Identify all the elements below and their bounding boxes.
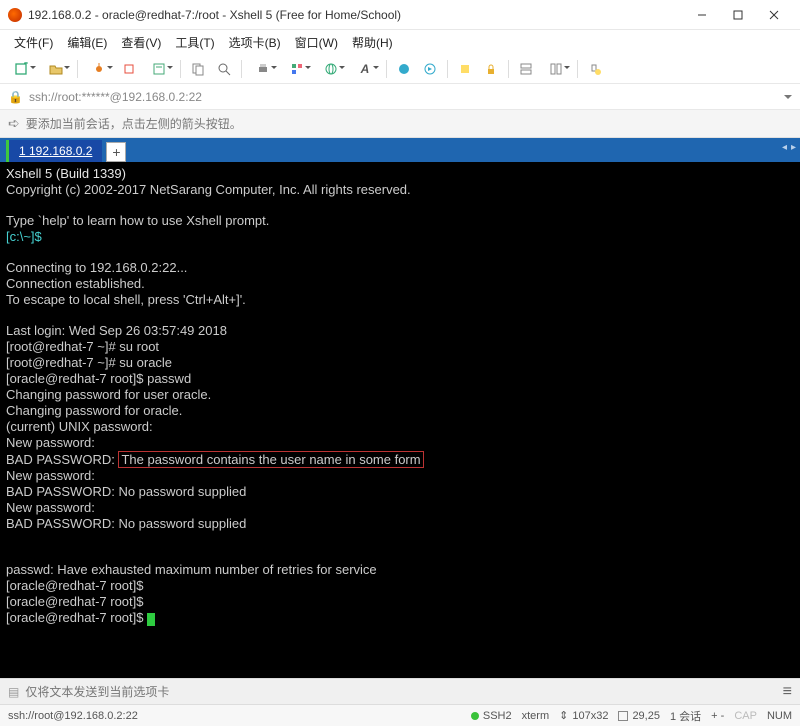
term-prompt: [c:\~]$ <box>6 229 42 244</box>
toolbar-separator <box>386 60 387 78</box>
menu-tabs[interactable]: 选项卡(B) <box>223 32 287 53</box>
toolbar-separator <box>77 60 78 78</box>
status-protocol: SSH2 <box>471 710 512 722</box>
tab-bar: 1 192.168.0.2 + ◂ ▸ <box>0 138 800 162</box>
tab-next-icon[interactable]: ▸ <box>791 142 796 153</box>
window-title: 192.168.0.2 - oracle@redhat-7:/root - Xs… <box>28 8 684 22</box>
hint-bar: ➪ 要添加当前会话，点击左侧的箭头按钮。 <box>0 110 800 138</box>
status-term: xterm <box>522 710 550 722</box>
term-line: New password: <box>6 468 95 483</box>
terminal[interactable]: Xshell 5 (Build 1339) Copyright (c) 2002… <box>0 162 800 678</box>
term-highlight: The password contains the user name in s… <box>118 451 423 468</box>
tile-h-button[interactable] <box>514 57 538 81</box>
toolbar-separator <box>180 60 181 78</box>
term-line: BAD PASSWORD: No password supplied <box>6 484 246 499</box>
open-button[interactable] <box>40 57 72 81</box>
status-sessions: 1 会话 <box>670 708 701 724</box>
term-line: BAD PASSWORD: No password supplied <box>6 516 246 531</box>
new-tab-button[interactable]: + <box>106 142 126 162</box>
menu-edit[interactable]: 编辑(E) <box>61 32 113 53</box>
term-line: Connecting to 192.168.0.2:22... <box>6 260 187 275</box>
close-button[interactable] <box>756 1 792 29</box>
term-line: (current) UNIX password: <box>6 419 153 434</box>
new-session-button[interactable] <box>6 57 38 81</box>
status-connection: ssh://root@192.168.0.2:22 <box>8 710 138 722</box>
print-button[interactable] <box>247 57 279 81</box>
term-line: Changing password for oracle. <box>6 403 182 418</box>
address-dropdown-icon[interactable] <box>784 95 792 99</box>
menu-view[interactable]: 查看(V) <box>115 32 167 53</box>
status-pos: 29,25 <box>618 710 660 722</box>
term-line: Last login: Wed Sep 26 03:57:49 2018 <box>6 323 227 338</box>
status-size: ⇕107x32 <box>559 709 608 722</box>
address-url: ssh://root:******@192.168.0.2:22 <box>29 90 202 104</box>
window-titlebar: 192.168.0.2 - oracle@redhat-7:/root - Xs… <box>0 0 800 30</box>
term-line: New password: <box>6 500 95 515</box>
menubar: 文件(F) 编辑(E) 查看(V) 工具(T) 选项卡(B) 窗口(W) 帮助(… <box>0 30 800 54</box>
status-cap: CAP <box>734 710 757 722</box>
term-line: Type `help' to learn how to use Xshell p… <box>6 213 269 228</box>
toolbar-separator <box>508 60 509 78</box>
copy-button[interactable] <box>186 57 210 81</box>
tab-prev-icon[interactable]: ◂ <box>782 142 787 153</box>
term-line: [oracle@redhat-7 root]$ <box>6 578 144 593</box>
status-num: NUM <box>767 710 792 722</box>
term-line: New password: <box>6 435 95 450</box>
app-icon <box>8 8 22 22</box>
globe-button[interactable] <box>315 57 347 81</box>
highlight-button[interactable] <box>453 57 477 81</box>
toolbar-separator <box>577 60 578 78</box>
help-button[interactable] <box>583 57 607 81</box>
xftp-button[interactable] <box>392 57 416 81</box>
maximize-button[interactable] <box>720 1 756 29</box>
script-button[interactable] <box>418 57 442 81</box>
tab-label: 1 192.168.0.2 <box>19 144 92 158</box>
status-dot-icon <box>471 712 479 720</box>
term-line: Connection established. <box>6 276 145 291</box>
box-icon <box>618 711 628 721</box>
disconnect-button[interactable] <box>117 57 141 81</box>
minimize-button[interactable] <box>684 1 720 29</box>
send-target-icon[interactable]: ▤ <box>8 685 19 699</box>
hint-arrow-icon[interactable]: ➪ <box>8 115 20 132</box>
session-tab[interactable]: 1 192.168.0.2 <box>6 140 102 162</box>
connect-button[interactable] <box>83 57 115 81</box>
term-line: To escape to local shell, press 'Ctrl+Al… <box>6 292 246 307</box>
tab-nav: ◂ ▸ <box>782 142 796 153</box>
properties-button[interactable] <box>143 57 175 81</box>
menu-help[interactable]: 帮助(H) <box>346 32 399 53</box>
hint-text: 要添加当前会话，点击左侧的箭头按钮。 <box>26 115 242 132</box>
toolbar-separator <box>447 60 448 78</box>
lock-icon: 🔒 <box>8 90 23 104</box>
term-line: [oracle@redhat-7 root]$ <box>6 610 147 625</box>
toolbar-separator <box>241 60 242 78</box>
term-line: Changing password for user oracle. <box>6 387 211 402</box>
term-line: [root@redhat-7 ~]# su oracle <box>6 355 172 370</box>
send-input[interactable] <box>25 685 782 699</box>
lock-button[interactable] <box>479 57 503 81</box>
menu-file[interactable]: 文件(F) <box>8 32 59 53</box>
term-line: [oracle@redhat-7 root]$ <box>6 594 144 609</box>
font-button[interactable]: A <box>349 57 381 81</box>
tile-v-button[interactable] <box>540 57 572 81</box>
address-bar[interactable]: 🔒 ssh://root:******@192.168.0.2:22 <box>0 84 800 110</box>
menu-tools[interactable]: 工具(T) <box>169 32 220 53</box>
term-line: passwd: Have exhausted maximum number of… <box>6 562 377 577</box>
send-bar: ▤ ≡ <box>0 678 800 704</box>
term-line: [root@redhat-7 ~]# su root <box>6 339 159 354</box>
term-line: [oracle@redhat-7 root]$ passwd <box>6 371 191 386</box>
status-sessctrl[interactable]: + - <box>711 710 724 722</box>
term-line: Copyright (c) 2002-2017 NetSarang Comput… <box>6 182 411 197</box>
color-button[interactable] <box>281 57 313 81</box>
toolbar: A <box>0 54 800 84</box>
status-bar: ssh://root@192.168.0.2:22 SSH2 xterm ⇕10… <box>0 704 800 726</box>
send-menu-icon[interactable]: ≡ <box>783 683 792 701</box>
cursor <box>147 613 155 626</box>
search-button[interactable] <box>212 57 236 81</box>
term-line: BAD PASSWORD: <box>6 452 118 467</box>
term-line: Xshell 5 (Build 1339) <box>6 166 126 181</box>
menu-window[interactable]: 窗口(W) <box>289 32 344 53</box>
